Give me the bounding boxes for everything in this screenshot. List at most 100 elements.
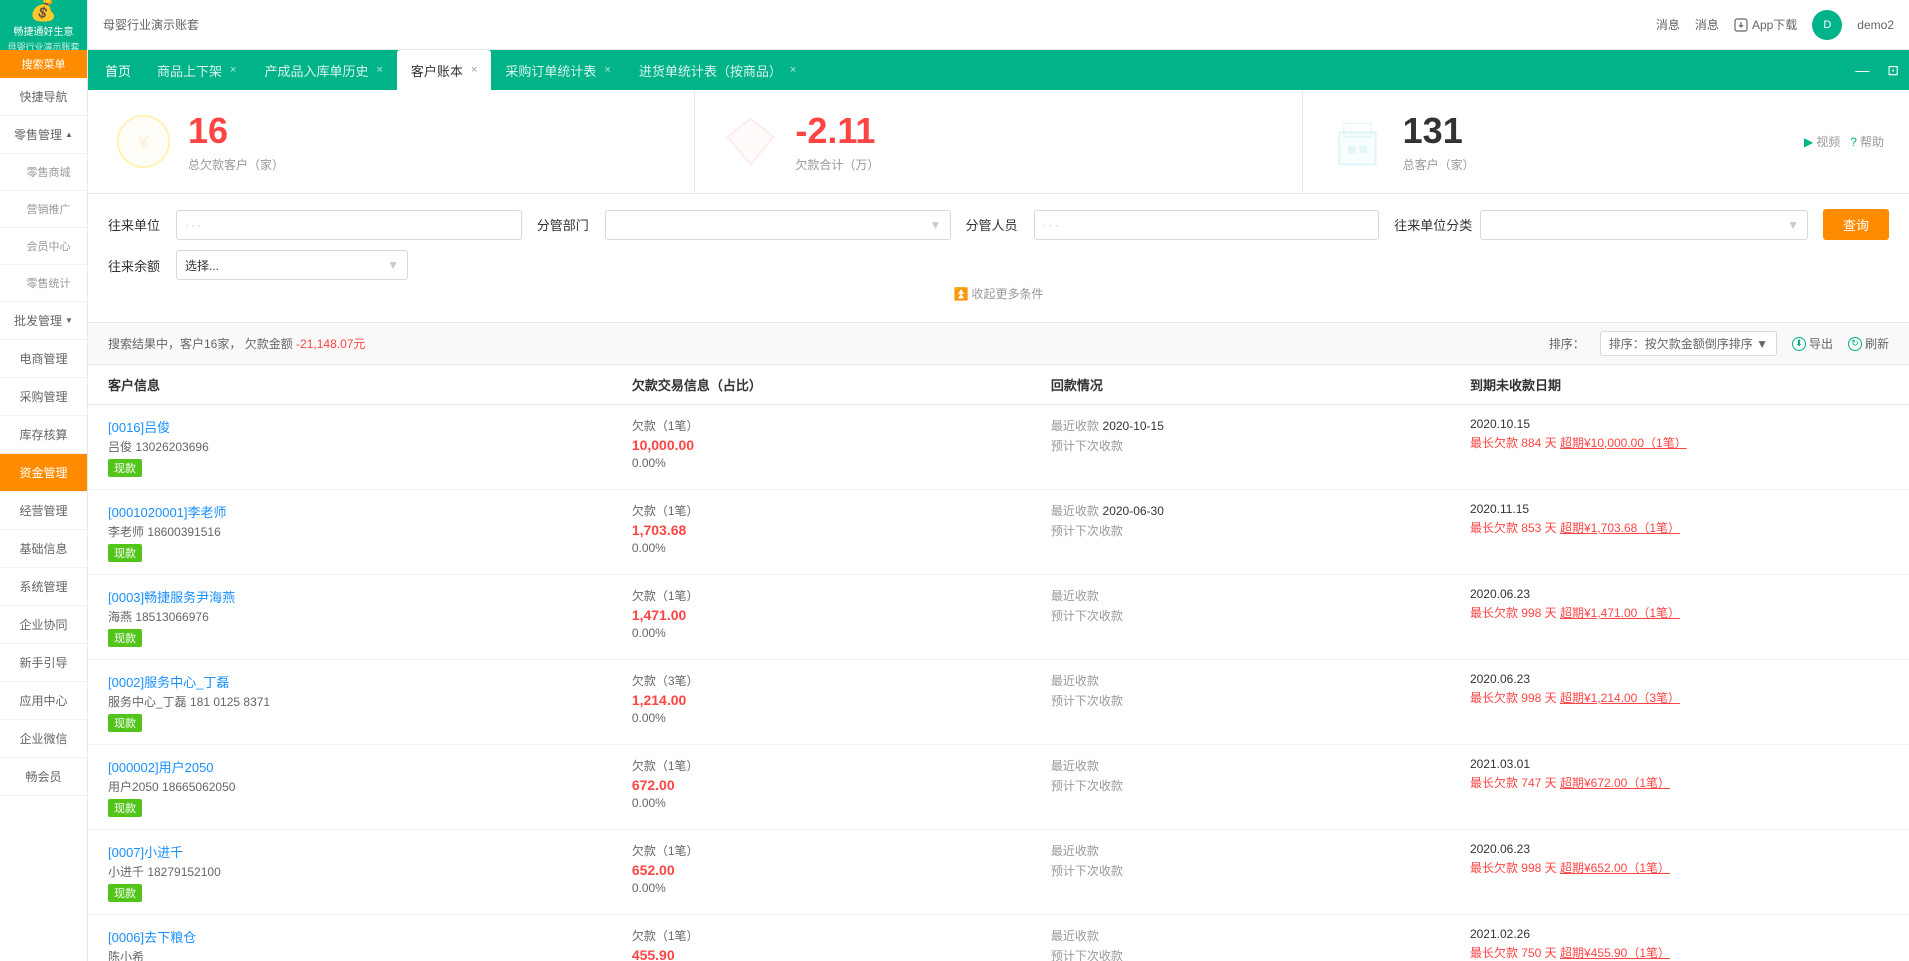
sidebar: 💰 畅捷通好生意 母婴行业演示账套 搜索菜单 快捷导航 零售管理 零售商城 营销… [0,0,88,961]
quick-nav-label: 快捷导航 [19,88,67,105]
customer-info-cell: [0006]去下粮仓 陈小希 现款 [108,927,632,961]
customer-phone: 服务中心_丁磊 181 0125 8371 [108,693,632,710]
tab-customer-account-close[interactable]: × [471,64,477,76]
filter-dept-select[interactable]: ▼ [605,210,951,240]
last-payment-label: 最近收款 [1051,674,1099,688]
user-name[interactable]: demo2 [1857,18,1894,32]
customer-info-cell: [0007]小进千 小进千 18279152100 现款 [108,842,632,902]
overdue-amount-link[interactable]: 超期¥672.00（1笔） [1560,776,1670,790]
export-button[interactable]: ⬇ 导出 [1792,335,1833,352]
inventory-label: 库存核算 [19,426,67,443]
tab-purchase-order-close[interactable]: × [604,64,610,76]
query-button[interactable]: 查询 [1823,209,1889,240]
customer-phone: 李老师 18600391516 [108,523,632,540]
sidebar-item-wechat[interactable]: 企业微信 [0,720,87,758]
overdue-amount-link[interactable]: 超期¥652.00（1笔） [1560,861,1670,875]
customer-name-link[interactable]: [0001020001]李老师 [108,505,227,520]
tab-product-shelf-close[interactable]: × [230,64,236,76]
sort-select[interactable]: 排序：按欠款金额倒序排序 ▼ [1600,331,1777,356]
last-payment-date: 2020-10-15 [1103,419,1164,433]
tab-customer-account[interactable]: 客户账本 × [397,50,491,90]
table-row: [0006]去下粮仓 陈小希 现款 欠款（1笔） 455.90 0.00% 最近… [88,915,1909,961]
sidebar-item-operations[interactable]: 经营管理 [0,492,87,530]
tab-product-shelf-label: 商品上下架 [157,61,222,80]
sidebar-item-inventory[interactable]: 库存核算 [0,416,87,454]
purchase-label: 采购管理 [19,388,67,405]
sidebar-item-retail-mgmt[interactable]: 零售管理 [0,116,87,154]
message-label[interactable]: 消息 [1695,16,1719,33]
stat-debt-customers-label: 总欠款客户（家） [188,156,669,173]
sidebar-item-retail-stats[interactable]: 零售统计 [0,265,87,302]
overdue-amount-link[interactable]: 超期¥1,214.00（3笔） [1560,691,1680,705]
sidebar-item-enterprise[interactable]: 企业协同 [0,606,87,644]
filter-balance-select[interactable]: 选择... ▼ [176,250,408,280]
customer-name-link[interactable]: [0002]服务中心_丁磊 [108,675,229,690]
overdue-cell: 2021.03.01 最长欠款 747 天 超期¥672.00（1笔） [1470,757,1889,817]
sidebar-item-purchase[interactable]: 采购管理 [0,378,87,416]
customer-tag: 现款 [108,544,142,562]
sidebar-item-app-center[interactable]: 应用中心 [0,682,87,720]
tab-maximize-btn[interactable]: ⊡ [1882,62,1904,79]
marketing-label: 营销推广 [27,201,71,217]
debt-info-text: 欠款金额 [245,337,296,351]
sidebar-item-batch-mgmt[interactable]: 批发管理 [0,302,87,340]
overdue-info: 最长欠款 853 天 超期¥1,703.68（1笔） [1470,519,1889,536]
tab-product-history[interactable]: 产成品入库单历史 × [250,50,396,90]
sidebar-item-system[interactable]: 系统管理 [0,568,87,606]
video-btn[interactable]: ▶ 视频 [1804,133,1840,150]
sidebar-item-member2[interactable]: 畅会员 [0,758,87,796]
customer-tag: 现款 [108,714,142,732]
stat-actions: ▶ 视频 ? 帮助 [1804,133,1884,150]
refresh-label: 刷新 [1865,335,1889,352]
debt-amount: 652.00 [632,862,1051,878]
customer-name-link[interactable]: [0016]吕俊 [108,420,170,435]
help-btn[interactable]: ? 帮助 [1850,133,1884,150]
sidebar-item-guide[interactable]: 新手引导 [0,644,87,682]
sidebar-item-quick-nav[interactable]: 快捷导航 [0,78,87,116]
refresh-button[interactable]: ↻ 刷新 [1848,335,1889,352]
overdue-info: 最长欠款 998 天 超期¥652.00（1笔） [1470,859,1889,876]
overdue-amount-link[interactable]: 超期¥1,703.68（1笔） [1560,521,1680,535]
debt-ratio: 0.00% [632,456,1051,470]
tab-product-history-close[interactable]: × [376,64,382,76]
sidebar-item-ecommerce[interactable]: 电商管理 [0,340,87,378]
customer-name-link[interactable]: [0006]去下粮仓 [108,930,196,945]
avatar[interactable]: D [1812,10,1842,40]
sidebar-search[interactable]: 搜索菜单 [0,50,87,78]
stat-info-debt-total: -2.11 欠款合计（万） [795,110,1276,173]
guide-label: 新手引导 [19,654,67,671]
stat-debt-customers-number: 16 [188,110,669,152]
collapse-button[interactable]: ⏫ 收起更多条件 [108,280,1889,307]
customer-name-link[interactable]: [0007]小进千 [108,845,183,860]
tab-purchase-order[interactable]: 采购订单统计表 × [491,50,624,90]
sidebar-item-finance[interactable]: 资金管理 [0,454,87,492]
stat-info-total-customers: 131 总客户（家） [1403,110,1789,173]
app-download-btn[interactable]: App下载 [1734,16,1797,33]
customer-name-link[interactable]: [000002]用户2050 [108,760,214,775]
retail-stats-label: 零售统计 [27,275,71,291]
sidebar-item-basic-info[interactable]: 基础信息 [0,530,87,568]
overdue-amount-link[interactable]: 超期¥10,000.00（1笔） [1560,436,1687,450]
col-header-debt: 欠款交易信息（占比） [632,375,1051,394]
filter-from-unit-input[interactable]: ··· [176,210,522,240]
logo: 💰 畅捷通好生意 母婴行业演示账套 [0,0,87,50]
recovery-cell: 最近收款 预计下次收款 [1051,757,1470,817]
tab-incoming-stats[interactable]: 进货单统计表（按商品） × [625,50,810,90]
sidebar-item-member[interactable]: 会员中心 [0,228,87,265]
debt-info-cell: 欠款（1笔） 455.90 0.00% [632,927,1051,961]
last-payment-label: 最近收款 [1051,419,1099,433]
customer-name-link[interactable]: [0003]畅捷服务尹海燕 [108,590,235,605]
filter-manager-input[interactable]: ··· [1034,210,1380,240]
overdue-amount-link[interactable]: 超期¥1,471.00（1笔） [1560,606,1680,620]
debt-amount: 10,000.00 [632,437,1051,453]
tab-minimize-btn[interactable]: — [1850,62,1874,78]
message-btn[interactable]: 消息 [1656,16,1680,33]
tab-home[interactable]: 首页 [93,50,143,90]
debt-count: 欠款（1笔） [632,927,1051,944]
tab-product-shelf[interactable]: 商品上下架 × [143,50,250,90]
tab-incoming-stats-close[interactable]: × [790,64,796,76]
sidebar-item-marketing[interactable]: 营销推广 [0,191,87,228]
sidebar-item-retail-store[interactable]: 零售商城 [0,154,87,191]
filter-unit-category-select[interactable]: ▼ [1480,210,1808,240]
overdue-amount-link[interactable]: 超期¥455.90（1笔） [1560,946,1670,960]
